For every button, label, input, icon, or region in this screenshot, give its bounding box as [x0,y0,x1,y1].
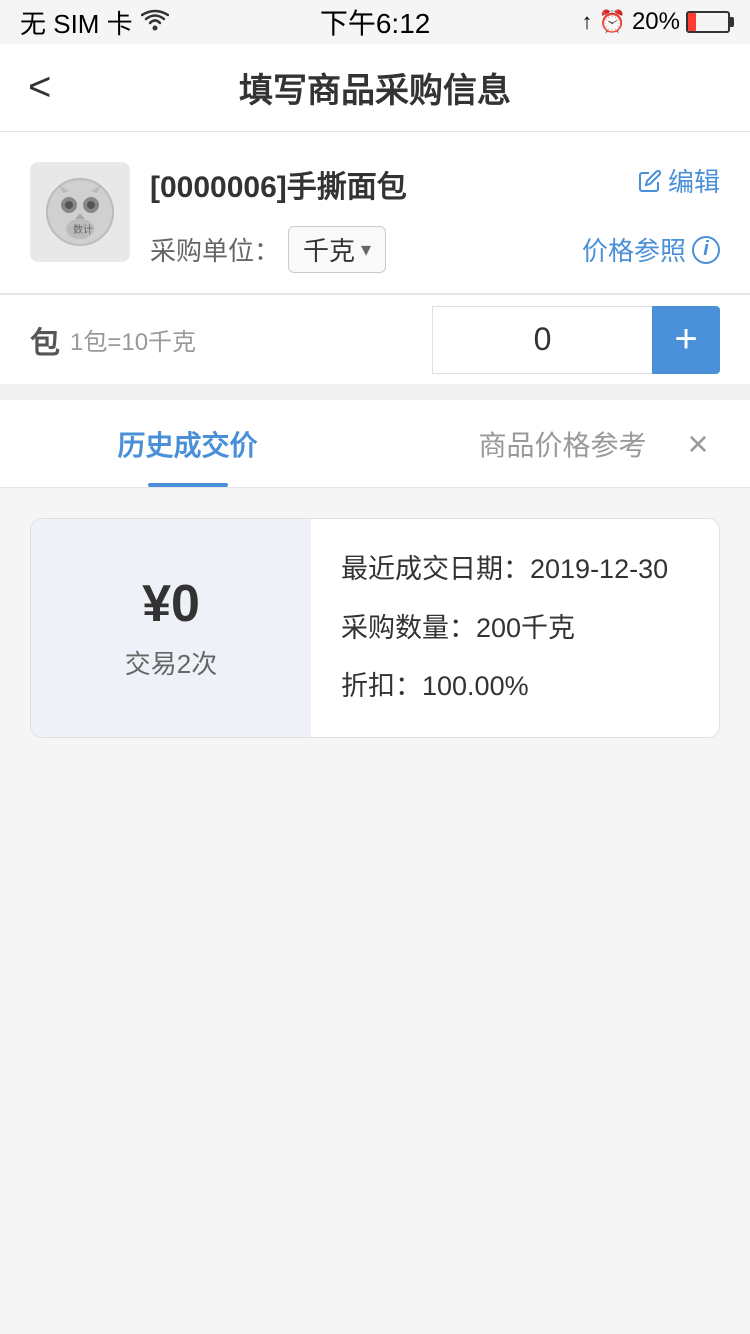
quantity-detail-row: 采购数量：200千克 [341,608,689,649]
location-icon: ↑ [582,9,593,35]
recent-date-row: 最近成交日期：2019-12-30 [341,549,689,590]
discount-value: 100.00% [422,671,529,701]
price-card-container: ¥0 交易2次 最近成交日期：2019-12-30 采购数量：200千克 折扣：… [0,488,750,1088]
unit-label: 采购单位： [150,231,280,268]
product-name: [0000006]手撕面包 [150,162,638,206]
edit-icon [638,169,662,193]
nav-bar: < 填写商品采购信息 [0,44,750,132]
dropdown-arrow-icon: ▾ [361,237,371,262]
unit-row: 采购单位： 千克 ▾ 价格参照 i [150,226,720,273]
wifi-icon [141,7,169,38]
recent-date-label: 最近成交日期： [341,554,530,584]
back-button[interactable]: < [28,65,51,110]
section-divider [0,384,750,400]
alarm-icon: ⏰ [599,9,626,35]
quantity-detail-label: 采购数量： [341,613,476,643]
price-right-section: 最近成交日期：2019-12-30 采购数量：200千克 折扣：100.00% [311,519,719,737]
svg-text:数计: 数计 [73,223,93,236]
product-card: 数计 [0000006]手撕面包 编辑 采购单位： 千克 ▾ [0,132,750,294]
status-carrier: 无 SIM 卡 [20,4,169,41]
info-icon: i [692,236,720,264]
tab-history-label: 历史成交价 [117,424,257,464]
page-title: 填写商品采购信息 [239,63,511,112]
price-ref-label: 价格参照 [582,231,686,268]
battery-percent: 20% [632,8,680,36]
battery-icon [686,11,730,33]
tab-reference-label: 商品价格参考 [478,424,646,464]
quantity-row: 包 1包=10千克 + [0,294,750,384]
unit-select[interactable]: 千克 ▾ [288,226,386,273]
tab-history-price[interactable]: 历史成交价 [0,400,375,487]
quantity-unit: 包 [30,318,60,362]
price-card: ¥0 交易2次 最近成交日期：2019-12-30 采购数量：200千克 折扣：… [30,518,720,738]
quantity-hint: 1包=10千克 [70,322,196,357]
product-logo-icon: 数计 [45,177,115,247]
price-ref-button[interactable]: 价格参照 i [582,231,720,268]
price-display: ¥0 [142,574,200,634]
edit-button[interactable]: 编辑 [638,162,720,199]
quantity-input-section: + [432,306,720,374]
price-value: 0 [171,575,200,633]
status-right: ↑ ⏰ 20% [582,8,730,36]
quantity-input[interactable] [432,306,652,374]
product-info: [0000006]手撕面包 编辑 采购单位： 千克 ▾ 价格参照 i [150,162,720,273]
trade-count: 交易2次 [125,644,217,681]
price-left-section: ¥0 交易2次 [31,519,311,737]
unit-value: 千克 [303,231,355,268]
product-thumbnail: 数计 [30,162,130,262]
discount-label: 折扣： [341,671,422,701]
discount-row: 折扣：100.00% [341,666,689,707]
close-tab-button[interactable]: × [676,422,720,466]
recent-date-value: 2019-12-30 [530,554,668,584]
quantity-plus-button[interactable]: + [652,306,720,374]
tab-active-indicator [148,483,228,487]
edit-label: 编辑 [668,162,720,199]
status-time: 下午6:12 [320,2,431,42]
quantity-label-section: 包 1包=10千克 [30,318,196,362]
status-bar: 无 SIM 卡 下午6:12 ↑ ⏰ 20% [0,0,750,44]
tab-bar: 历史成交价 商品价格参考 × [0,400,750,488]
carrier-text: 无 SIM 卡 [20,4,133,41]
currency-symbol: ¥ [142,575,171,633]
quantity-detail-value: 200千克 [476,613,575,643]
